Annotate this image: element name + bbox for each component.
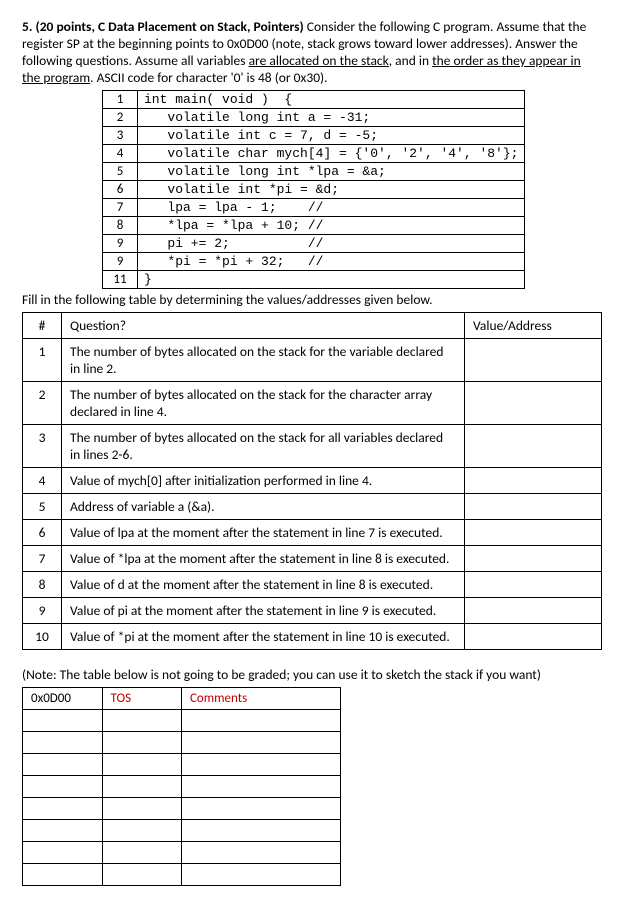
q-number: 1: [23, 339, 62, 382]
answer-cell[interactable]: [465, 572, 602, 598]
points-label: 5. (20 points, C Data Placement on Stack…: [22, 18, 304, 35]
line-number: 9: [103, 235, 138, 253]
answer-cell[interactable]: [465, 494, 602, 520]
problem-statement: 5. (20 points, C Data Placement on Stack…: [22, 18, 602, 86]
line-number: 2: [103, 109, 138, 127]
q-text: Value of pi at the moment after the stat…: [62, 598, 465, 624]
code-line: volatile int *pi = &d;: [138, 181, 525, 199]
answer-cell[interactable]: [465, 468, 602, 494]
col-question-header: Question?: [62, 313, 465, 339]
code-listing: 1int main( void ) { 2 volatile long int …: [102, 90, 525, 289]
stack-cell[interactable]: [182, 864, 341, 886]
code-line: volatile char mych[4] = {'0', '2', '4', …: [138, 145, 525, 163]
stack-cell[interactable]: [182, 842, 341, 864]
stack-cell[interactable]: [182, 820, 341, 842]
q-number: 7: [23, 546, 62, 572]
answer-cell[interactable]: [465, 598, 602, 624]
q-text: The number of bytes allocated on the sta…: [62, 339, 465, 382]
code-line: }: [138, 271, 525, 289]
intro-2: , and in: [389, 52, 432, 69]
q-text: Value of d at the moment after the state…: [62, 572, 465, 598]
stack-cell[interactable]: [182, 732, 341, 754]
stack-cell[interactable]: [23, 798, 103, 820]
q-number: 3: [23, 425, 62, 468]
q-text: The number of bytes allocated on the sta…: [62, 382, 465, 425]
code-line: volatile int c = 7, d = -5;: [138, 127, 525, 145]
stack-cell[interactable]: [23, 710, 103, 732]
q-number: 2: [23, 382, 62, 425]
q-number: 10: [23, 624, 62, 650]
q-number: 9: [23, 598, 62, 624]
stack-cell[interactable]: [182, 710, 341, 732]
code-line: lpa = lpa - 1; //: [138, 199, 525, 217]
code-line: volatile long int a = -31;: [138, 109, 525, 127]
q-number: 4: [23, 468, 62, 494]
intro-3: . ASCII code for character '0' is 48 (or…: [90, 69, 327, 86]
stack-cell[interactable]: [182, 754, 341, 776]
stack-cell[interactable]: [23, 842, 103, 864]
stack-cell[interactable]: [102, 842, 182, 864]
code-line: *lpa = *lpa + 10; //: [138, 217, 525, 235]
stack-cell[interactable]: [23, 820, 103, 842]
q-text: Value of *lpa at the moment after the st…: [62, 546, 465, 572]
questions-table: # Question? Value/Address 1The number of…: [22, 312, 602, 650]
tos-header: TOS: [102, 688, 182, 710]
answer-cell[interactable]: [465, 520, 602, 546]
line-number: 4: [103, 145, 138, 163]
q-number: 6: [23, 520, 62, 546]
code-line: pi += 2; //: [138, 235, 525, 253]
q-text: Address of variable a (&a).: [62, 494, 465, 520]
stack-cell[interactable]: [23, 732, 103, 754]
stack-cell[interactable]: [23, 864, 103, 886]
code-line: int main( void ) {: [138, 91, 525, 109]
fill-instruction: Fill in the following table by determini…: [22, 291, 602, 308]
stack-cell[interactable]: [23, 754, 103, 776]
stack-addr-header: 0x0D00: [23, 688, 103, 710]
line-number: 6: [103, 181, 138, 199]
stack-cell[interactable]: [102, 732, 182, 754]
stack-cell[interactable]: [23, 776, 103, 798]
line-number: 3: [103, 127, 138, 145]
line-number: 8: [103, 217, 138, 235]
line-number: 11: [103, 271, 138, 289]
underline-1: are allocated on the stack: [249, 52, 389, 69]
stack-note: (Note: The table below is not going to b…: [22, 666, 602, 683]
q-text: Value of lpa at the moment after the sta…: [62, 520, 465, 546]
line-number: 5: [103, 163, 138, 181]
comments-header: Comments: [182, 688, 341, 710]
stack-cell[interactable]: [102, 776, 182, 798]
code-line: volatile long int *lpa = &a;: [138, 163, 525, 181]
q-number: 5: [23, 494, 62, 520]
stack-cell[interactable]: [182, 776, 341, 798]
stack-cell[interactable]: [102, 754, 182, 776]
stack-cell[interactable]: [102, 820, 182, 842]
answer-cell[interactable]: [465, 546, 602, 572]
answer-cell[interactable]: [465, 624, 602, 650]
answer-cell[interactable]: [465, 339, 602, 382]
line-number: 7: [103, 199, 138, 217]
line-number: 1: [103, 91, 138, 109]
answer-cell[interactable]: [465, 382, 602, 425]
col-value-header: Value/Address: [465, 313, 602, 339]
q-text: The number of bytes allocated on the sta…: [62, 425, 465, 468]
q-text: Value of mych[0] after initialization pe…: [62, 468, 465, 494]
code-line: *pi = *pi + 32; //: [138, 253, 525, 271]
stack-cell[interactable]: [102, 798, 182, 820]
col-number-header: #: [23, 313, 62, 339]
stack-cell[interactable]: [102, 864, 182, 886]
line-number: 9: [103, 253, 138, 271]
stack-sketch-table: 0x0D00 TOS Comments: [22, 687, 341, 886]
answer-cell[interactable]: [465, 425, 602, 468]
stack-cell[interactable]: [182, 798, 341, 820]
stack-cell[interactable]: [102, 710, 182, 732]
q-text: Value of *pi at the moment after the sta…: [62, 624, 465, 650]
q-number: 8: [23, 572, 62, 598]
